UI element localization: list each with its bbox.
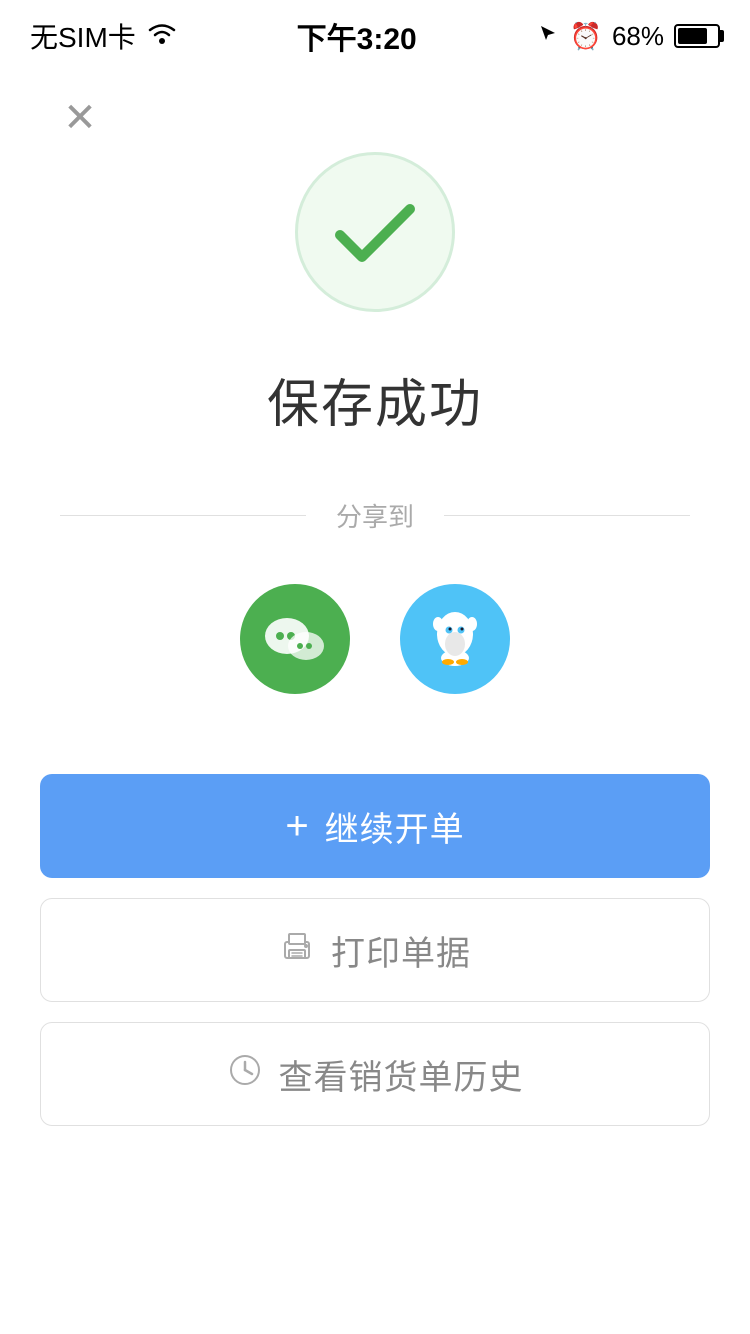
continue-button-label: 继续开单 [325,802,465,851]
history-button[interactable]: 查看销货单历史 [40,1022,710,1126]
battery-text: 68% [612,21,664,52]
wifi-icon [146,19,178,54]
divider-right [444,515,690,516]
main-content: 保存成功 分享到 [0,72,750,1126]
alarm-icon: ⏰ [570,21,602,52]
status-left: 无SIM卡 [30,16,178,56]
print-button-label: 打印单据 [331,926,471,975]
share-divider: 分享到 [0,497,750,534]
checkmark-icon [330,197,420,267]
wechat-share-button[interactable] [240,584,350,694]
action-buttons: + 继续开单 打印单据 [0,774,750,1126]
battery-bar-icon [674,24,720,48]
share-label: 分享到 [306,497,444,534]
qq-share-button[interactable] [400,584,510,694]
history-button-label: 查看销货单历史 [279,1050,524,1099]
print-button[interactable]: 打印单据 [40,898,710,1002]
success-circle [295,152,455,312]
share-icons [240,584,510,694]
plus-icon: + [285,806,308,846]
continue-button[interactable]: + 继续开单 [40,774,710,878]
time-display: 下午3:20 [297,14,417,58]
qq-icon [425,606,485,672]
wechat-icon [261,610,329,668]
divider-left [60,515,306,516]
location-icon [536,21,560,52]
success-title: 保存成功 [267,362,483,437]
close-icon: ✕ [63,98,97,138]
status-bar: 无SIM卡 下午3:20 ⏰ 68% [0,0,750,72]
status-right: ⏰ 68% [536,21,720,52]
clock-icon [227,1052,263,1096]
close-button[interactable]: ✕ [50,88,110,148]
printer-icon [279,928,315,972]
carrier-text: 无SIM卡 [30,16,136,56]
